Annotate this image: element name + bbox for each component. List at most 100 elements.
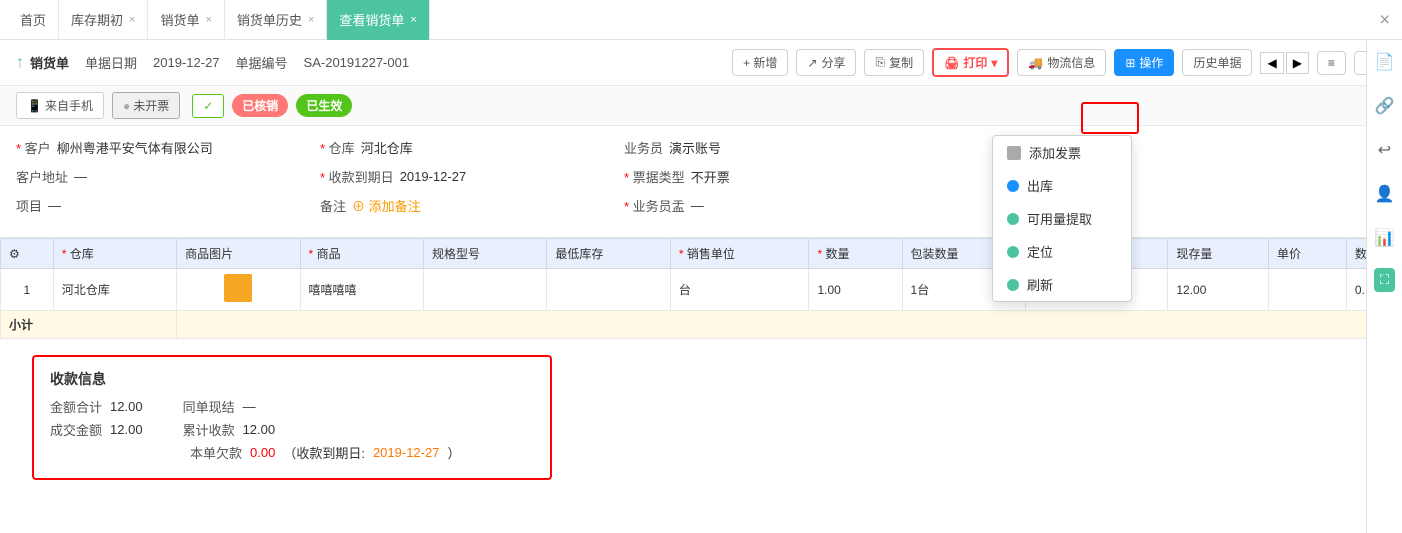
customer-label: 客户 [16, 138, 51, 157]
sidebar-link-icon[interactable]: 🔗 [1371, 92, 1399, 120]
subtotal-row: 小计 [1, 311, 1402, 339]
transaction-amount-label: 成交金额 [50, 420, 102, 439]
sidebar-expand-icon[interactable]: ⛶ [1374, 268, 1395, 292]
tab-check-sales-close[interactable]: × [410, 14, 416, 26]
tab-check-sales[interactable]: 查看销货单 × [327, 0, 429, 40]
refresh-item[interactable]: 刷新 [993, 268, 1131, 301]
table-header-row: ⚙ 仓库 商品图片 商品 规格型号 最低库存 销售单位 数量 包装数量 可用量（… [1, 239, 1402, 269]
toolbar: + 新增 ↗ 分享 ⎘ 复制 🖨 打印 ▾ 🚚 物流信息 [732, 48, 1386, 77]
doc-type-label: 销货单 [30, 53, 69, 72]
tab-sales-order-close[interactable]: × [205, 14, 211, 26]
action-row: 📱 来自手机 ● 未开票 ✓ 已核销 已生效 [0, 86, 1402, 126]
grid-view-button[interactable]: ≡ [1317, 51, 1346, 75]
warehouse-value: 河北仓库 [361, 138, 413, 157]
refresh-label: 刷新 [1027, 275, 1053, 294]
share-button[interactable]: ↗ 分享 [796, 49, 856, 76]
sidebar-chart-icon[interactable]: 📊 [1371, 224, 1399, 252]
copy-label: 复制 [889, 54, 913, 71]
share-label: 分享 [821, 54, 845, 71]
addr-label: 客户地址 [16, 167, 68, 186]
current-owed-value: 0.00 [250, 445, 275, 460]
payment-row-2: 成交金额 12.00 累计收款 12.00 [50, 420, 534, 439]
add-invoice-item[interactable]: 添加发票 [993, 136, 1131, 169]
tab-inventory-init[interactable]: 库存期初 × [59, 0, 148, 40]
form-row-2: 客户地址 — 收款到期日 2019-12-27 票据类型 不开票 [16, 167, 1386, 186]
locate-item[interactable]: 定位 [993, 235, 1131, 268]
ticket-type-field: 票据类型 不开票 [624, 167, 824, 186]
col-current-stock: 现存量 [1168, 239, 1269, 269]
window-close-button[interactable]: × [1379, 9, 1390, 30]
copy-icon: ⎘ [875, 55, 885, 70]
check-button[interactable]: ✓ [192, 94, 224, 118]
tab-inventory-init-close[interactable]: × [129, 14, 135, 26]
not-open-button[interactable]: ● 未开票 [112, 92, 180, 119]
out-warehouse-item[interactable]: 出库 [993, 169, 1131, 202]
row-index: 1 [1, 269, 54, 311]
project-value: — [48, 198, 61, 213]
addr-value: — [74, 169, 87, 184]
sidebar-doc-icon[interactable]: 📄 [1371, 48, 1399, 76]
due-date-value: 2019-12-27 [400, 169, 467, 184]
row-spec [423, 269, 546, 311]
col-warehouse: 仓库 [53, 239, 176, 269]
form-row-3: 项目 — 备注 ⊕ 添加备注 业务员盂 — [16, 196, 1386, 215]
tab-sales-history-label: 销货单历史 [237, 10, 302, 29]
tab-sales-order[interactable]: 销货单 × [148, 0, 224, 40]
warehouse-field: 仓库 河北仓库 [320, 138, 600, 157]
row-sales-unit: 台 [670, 269, 809, 311]
operation-icon: ⊞ [1125, 56, 1135, 70]
available-qty-item[interactable]: 可用量提取 [993, 202, 1131, 235]
available-qty-label: 可用量提取 [1027, 209, 1092, 228]
doc-meta: 单据日期 2019-12-27 单据编号 SA-20191227-001 [85, 53, 409, 72]
print-dropdown-icon: ▾ [991, 56, 997, 70]
project-label: 项目 [16, 196, 42, 215]
from-phone-label: 来自手机 [45, 97, 93, 114]
total-amount-label: 金额合计 [50, 397, 102, 416]
prev-button[interactable]: ◀ [1260, 52, 1283, 74]
print-button[interactable]: 🖨 打印 ▾ [932, 48, 1009, 77]
due-date-value: 2019-12-27 [373, 445, 440, 460]
history-button[interactable]: 历史单据 [1182, 49, 1252, 76]
phone-icon: 📱 [27, 99, 42, 113]
transaction-amount-value: 12.00 [110, 422, 143, 437]
payment-box: 收款信息 金额合计 12.00 同单现结 — 成交金额 12.00 [32, 355, 552, 480]
add-note-btn[interactable]: ⊕ 添加备注 [352, 196, 421, 215]
plus-icon: ⊕ [352, 199, 365, 214]
current-owed-item: 本单欠款 0.00 （收款到期日: 2019-12-27 ） [190, 443, 460, 462]
operation-button[interactable]: ⊞ 操作 [1114, 49, 1174, 76]
doc-date-value: 2019-12-27 [153, 55, 220, 70]
new-button[interactable]: + 新增 [732, 49, 788, 76]
sidebar-return-icon[interactable]: ↩ [1374, 136, 1395, 164]
logistics-button[interactable]: 🚚 物流信息 [1017, 49, 1106, 76]
form-row-1: 客户 柳州粤港平安气体有限公司 仓库 河北仓库 业务员 演示账号 [16, 138, 1386, 157]
not-open-label: 未开票 [133, 97, 169, 114]
addr-field: 客户地址 — [16, 167, 296, 186]
col-quantity: 数量 [809, 239, 902, 269]
payment-row-3: 本单欠款 0.00 （收款到期日: 2019-12-27 ） [50, 443, 534, 462]
tab-home[interactable]: 首页 [8, 0, 59, 40]
doc-type-icon: ↑ [16, 54, 24, 72]
staff2-field: 业务员盂 — [624, 196, 824, 215]
next-button[interactable]: ▶ [1286, 52, 1309, 74]
product-table-container: ⚙ 仓库 商品图片 商品 规格型号 最低库存 销售单位 数量 包装数量 可用量（… [0, 237, 1402, 339]
locate-label: 定位 [1027, 242, 1053, 261]
sidebar-user-icon[interactable]: 👤 [1371, 180, 1399, 208]
from-phone-button[interactable]: 📱 来自手机 [16, 92, 104, 119]
staff-field: 业务员 演示账号 [624, 138, 824, 157]
doc-number-value: SA-20191227-001 [304, 55, 410, 70]
tab-sales-history[interactable]: 销货单历史 × [225, 0, 327, 40]
row-quantity: 1.00 [809, 269, 902, 311]
locate-icon [1007, 246, 1019, 258]
available-qty-icon [1007, 213, 1019, 225]
tab-home-label: 首页 [20, 10, 46, 29]
project-field: 项目 — [16, 196, 296, 215]
copy-button[interactable]: ⎘ 复制 [864, 49, 924, 76]
col-settings: ⚙ [1, 239, 54, 269]
out-warehouse-icon [1007, 180, 1019, 192]
add-invoice-icon [1007, 146, 1021, 160]
tab-sales-history-close[interactable]: × [308, 14, 314, 26]
same-order-settle-item: 同单现结 — [183, 397, 256, 416]
subtotal-label: 小计 [1, 311, 177, 339]
logistics-icon: 🚚 [1028, 56, 1043, 70]
cumulative-receipt-label: 累计收款 [183, 420, 235, 439]
